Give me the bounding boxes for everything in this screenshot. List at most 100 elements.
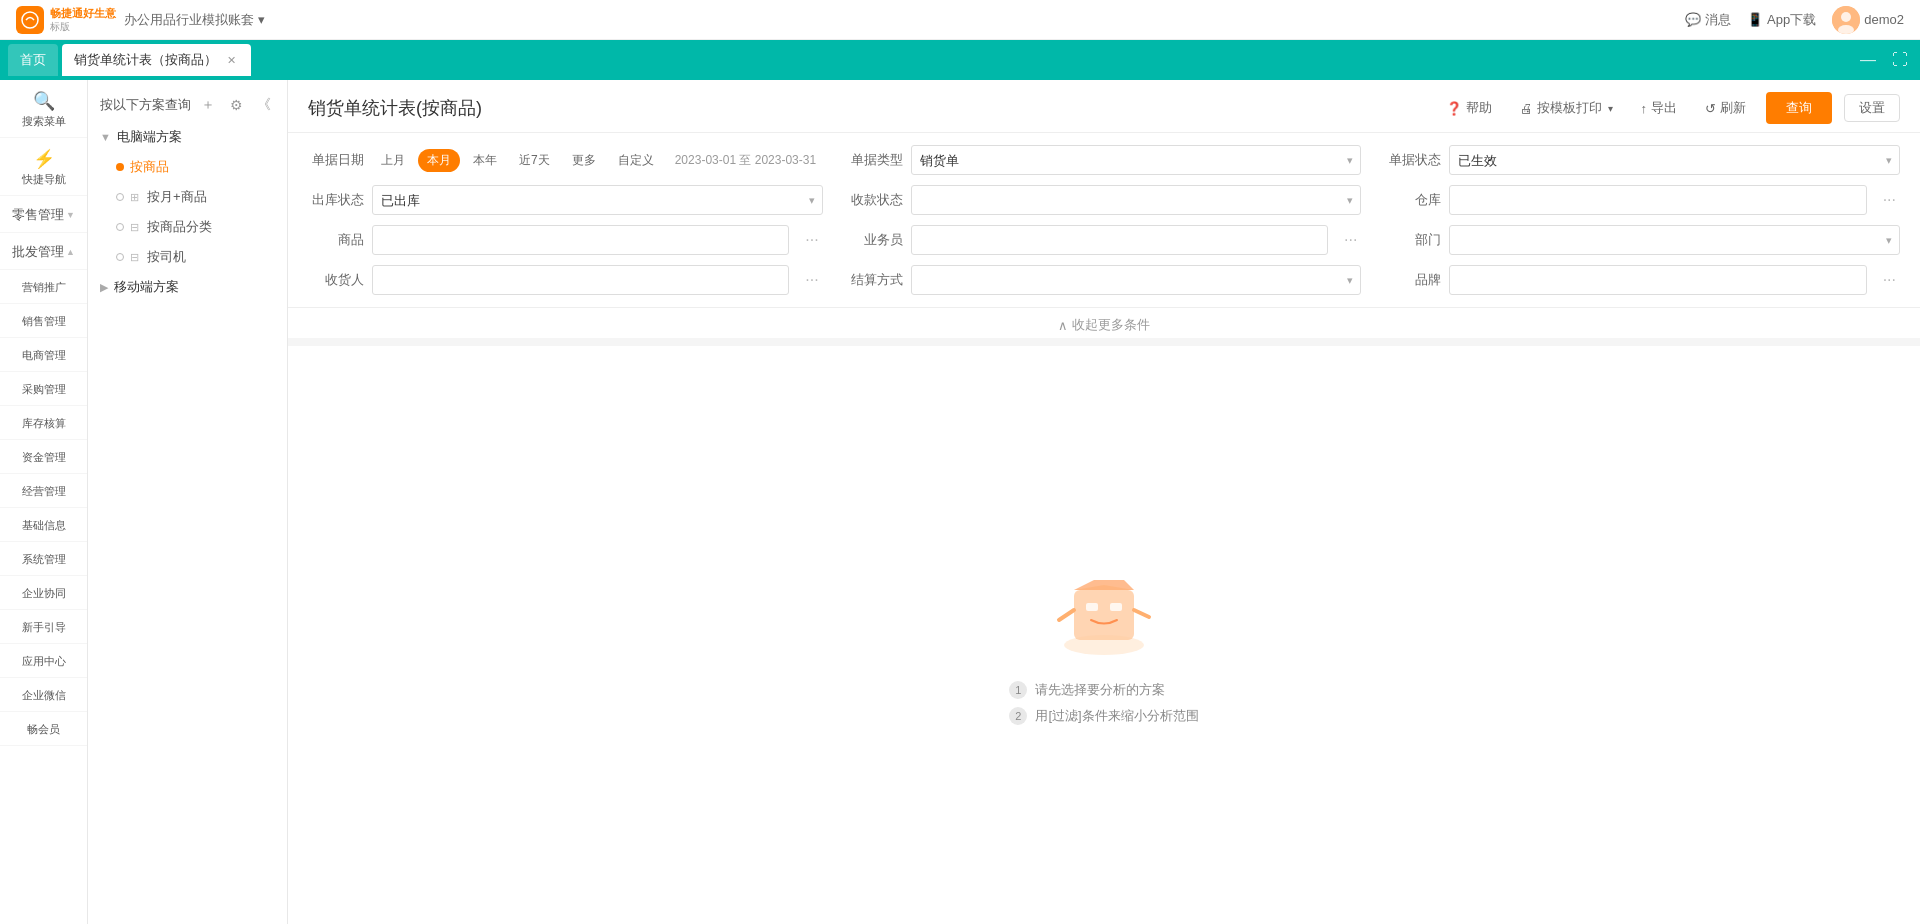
warehouse-dots[interactable]: ··· xyxy=(1879,191,1900,209)
sidebar-item-wholesale[interactable]: 批发管理 ▲ xyxy=(0,233,87,270)
svg-point-0 xyxy=(22,12,38,28)
filter-salesman: 业务员 ··· xyxy=(847,225,1362,255)
retail-label: 零售管理 xyxy=(12,206,64,224)
nav-icon: ⚡ xyxy=(33,148,55,170)
svg-rect-5 xyxy=(1074,590,1134,640)
avatar xyxy=(1832,6,1860,34)
receive-status-select[interactable] xyxy=(911,185,1362,215)
left-panel: 按以下方案查询 ＋ ⚙ 《 ▼ 电脑端方案 按商品 ⊞ 按月+商品 xyxy=(88,80,288,924)
tree-dot-outline xyxy=(116,193,124,201)
sidebar-item-ecommerce[interactable]: 电商管理 xyxy=(0,338,87,372)
sidebar-item-member[interactable]: 畅会员 xyxy=(0,712,87,746)
industry-selector[interactable]: 办公用品行业模拟账套 ▾ xyxy=(124,11,265,29)
sidebar-item-appcenter[interactable]: 应用中心 xyxy=(0,644,87,678)
consignee-dots[interactable]: ··· xyxy=(801,271,822,289)
sidebar-item-basic[interactable]: 基础信息 xyxy=(0,508,87,542)
logo-text: 畅捷通好生意 标版 xyxy=(50,6,116,33)
filter-out-status: 出库状态 已出库 xyxy=(308,185,823,215)
date-tag-last-month[interactable]: 上月 xyxy=(372,149,414,172)
svg-point-2 xyxy=(1841,12,1851,22)
salesman-input[interactable] xyxy=(911,225,1328,255)
dept-select-wrapper xyxy=(1449,225,1900,255)
doc-status-select-wrapper: 已生效 xyxy=(1449,145,1900,175)
date-tag-7days[interactable]: 近7天 xyxy=(510,149,559,172)
sidebar-item-purchase[interactable]: 采购管理 xyxy=(0,372,87,406)
content-area: 销货单统计表(按商品) ❓ 帮助 🖨 按模板打印 ▾ ↑ 导出 ↺ 刷新 xyxy=(288,80,1920,924)
empty-state: 1 请先选择要分析的方案 2 用[过滤]条件来缩小分析范围 xyxy=(288,346,1920,924)
sidebar-item-weixin[interactable]: 企业微信 xyxy=(0,678,87,712)
tree-mobile-parent[interactable]: ▶ 移动端方案 xyxy=(88,272,287,302)
grid-icon-3: ⊟ xyxy=(130,251,139,264)
filter-brand: 品牌 ··· xyxy=(1385,265,1900,295)
tree-pc-parent[interactable]: ▼ 电脑端方案 xyxy=(88,122,287,152)
print-icon: 🖨 xyxy=(1520,101,1533,116)
tab-maximize-btn[interactable]: ⛶ xyxy=(1888,47,1912,73)
dept-select[interactable] xyxy=(1449,225,1900,255)
tree-item-by-cashier[interactable]: ⊟ 按司机 xyxy=(100,242,287,272)
sidebar-item-marketing[interactable]: 营销推广 xyxy=(0,270,87,304)
sidebar-item-system[interactable]: 系统管理 xyxy=(0,542,87,576)
tab-close-btn[interactable]: ✕ xyxy=(223,52,239,68)
empty-texts: 1 请先选择要分析的方案 2 用[过滤]条件来缩小分析范围 xyxy=(1009,681,1198,725)
sidebar-item-finance[interactable]: 资金管理 xyxy=(0,440,87,474)
app-download-btn[interactable]: 📱 App下载 xyxy=(1747,11,1816,29)
dept-label: 部门 xyxy=(1385,231,1441,249)
tab-minimize-btn[interactable]: — xyxy=(1856,47,1880,73)
out-status-select-wrapper: 已出库 xyxy=(372,185,823,215)
product-input[interactable] xyxy=(372,225,789,255)
sidebar-quick-nav[interactable]: ⚡ 快捷导航 xyxy=(0,138,87,196)
settings-button[interactable]: 设置 xyxy=(1844,94,1900,122)
add-plan-btn[interactable]: ＋ xyxy=(197,94,219,116)
payment-select[interactable] xyxy=(911,265,1362,295)
product-dots[interactable]: ··· xyxy=(801,231,822,249)
tab-home[interactable]: 首页 xyxy=(8,44,58,76)
tree-dot-outline-2 xyxy=(116,223,124,231)
collapse-row[interactable]: ∧ 收起更多条件 xyxy=(288,308,1920,338)
search-icon: 🔍 xyxy=(33,90,55,112)
message-btn[interactable]: 💬 消息 xyxy=(1685,11,1731,29)
settings-plan-btn[interactable]: ⚙ xyxy=(225,94,247,116)
tab-bar-actions: — ⛶ xyxy=(1856,47,1912,73)
sidebar-item-enterprise[interactable]: 企业协同 xyxy=(0,576,87,610)
brand-input[interactable] xyxy=(1449,265,1866,295)
query-button[interactable]: 查询 xyxy=(1766,92,1832,124)
collapse-panel-btn[interactable]: 《 xyxy=(253,94,275,116)
filter-row-4: 收货人 ··· 结算方式 品牌 ··· xyxy=(308,265,1900,295)
date-range-display: 2023-03-01 至 2023-03-31 xyxy=(675,152,816,169)
left-panel-header: 按以下方案查询 ＋ ⚙ 《 xyxy=(88,88,287,122)
filter-row-2: 出库状态 已出库 收款状态 xyxy=(308,185,1900,215)
filter-area: 单据日期 上月 本月 本年 近7天 更多 自定义 2023-03-01 至 20… xyxy=(288,133,1920,308)
sidebar-item-operation[interactable]: 经营管理 xyxy=(0,474,87,508)
help-btn[interactable]: ❓ 帮助 xyxy=(1438,95,1500,121)
grid-icon-2: ⊟ xyxy=(130,221,139,234)
tree-item-by-category[interactable]: ⊟ 按商品分类 xyxy=(100,212,287,242)
export-btn[interactable]: ↑ 导出 xyxy=(1633,95,1686,121)
doc-type-label: 单据类型 xyxy=(847,151,903,169)
date-tag-custom[interactable]: 自定义 xyxy=(609,149,663,172)
brand-dots[interactable]: ··· xyxy=(1879,271,1900,289)
refresh-btn[interactable]: ↺ 刷新 xyxy=(1697,95,1754,121)
salesman-dots[interactable]: ··· xyxy=(1340,231,1361,249)
empty-text-2: 2 用[过滤]条件来缩小分析范围 xyxy=(1009,707,1198,725)
doc-status-select[interactable]: 已生效 xyxy=(1449,145,1900,175)
date-tag-more[interactable]: 更多 xyxy=(563,149,605,172)
tree-dot-active xyxy=(116,163,124,171)
consignee-input[interactable] xyxy=(372,265,789,295)
user-avatar-btn[interactable]: demo2 xyxy=(1832,6,1904,34)
tree-item-by-month-product[interactable]: ⊞ 按月+商品 xyxy=(100,182,287,212)
date-tag-this-year[interactable]: 本年 xyxy=(464,149,506,172)
help-icon: ❓ xyxy=(1446,101,1462,116)
sidebar-item-sales[interactable]: 销售管理 xyxy=(0,304,87,338)
filter-receive-status: 收款状态 xyxy=(847,185,1362,215)
sidebar-search[interactable]: 🔍 搜索菜单 xyxy=(0,80,87,138)
doc-type-select[interactable]: 销货单 xyxy=(911,145,1362,175)
date-tag-this-month[interactable]: 本月 xyxy=(418,149,460,172)
print-btn[interactable]: 🖨 按模板打印 ▾ xyxy=(1512,95,1621,121)
sidebar-item-newbie[interactable]: 新手引导 xyxy=(0,610,87,644)
sidebar-item-retail[interactable]: 零售管理 ▼ xyxy=(0,196,87,233)
tree-item-by-product[interactable]: 按商品 xyxy=(100,152,287,182)
warehouse-input[interactable] xyxy=(1449,185,1866,215)
tab-report[interactable]: 销货单统计表（按商品） ✕ xyxy=(62,44,251,76)
sidebar-item-inventory[interactable]: 库存核算 xyxy=(0,406,87,440)
out-status-select[interactable]: 已出库 xyxy=(372,185,823,215)
